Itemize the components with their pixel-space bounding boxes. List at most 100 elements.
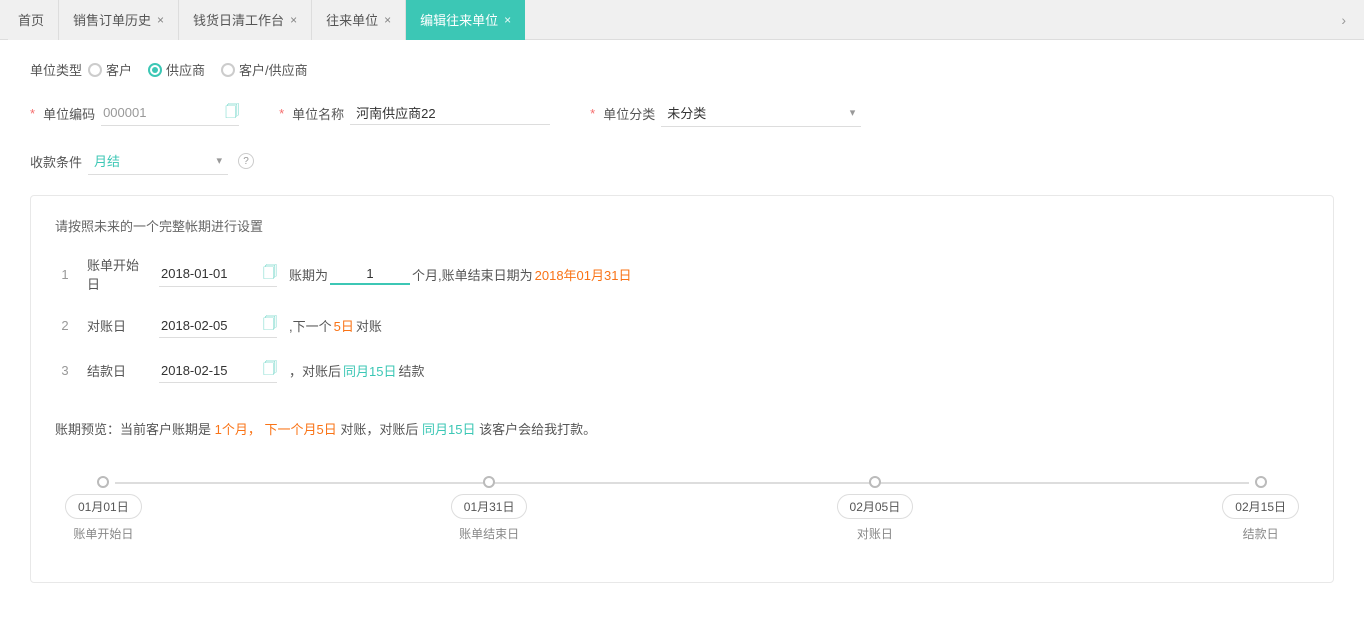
timeline-name-1: 账单开始日 [73,525,133,542]
row-start-date: 1 账单开始日 🗍 账期为 个月,账单结束日期为 2018年01月31日 [55,255,1309,293]
timeline-date-2: 01月31日 [451,494,528,519]
tab-sales-history-label: 销售订单历史 [73,10,151,29]
tab-partner-close[interactable]: × [384,13,391,27]
unit-name-input[interactable] [350,101,550,125]
payment-condition-label: 收款条件 [30,152,82,171]
unit-code-label: 单位编码 [43,104,95,123]
row1-description: 账期为 个月,账单结束日期为 2018年01月31日 [289,264,631,285]
payment-condition-chevron: ▾ [216,154,222,167]
row2-description: ,下一个 5日 对账 [289,316,382,335]
timeline-point-1: 01月01日 账单开始日 [65,466,142,542]
timeline-date-4: 02月15日 [1222,494,1299,519]
row-payment-date: 3 结款日 🗍 ，对账后 同月15日 结款 [55,358,1309,383]
timeline-point-3: 02月05日 对账日 [837,466,914,542]
tab-cash-work[interactable]: 钱货日清工作台 × [179,0,312,40]
unit-code-required: * [30,106,35,121]
preview-part4: 同月15日 [422,422,475,437]
row1-desc-suffix: 个月,账单结束日期为 [412,265,533,284]
preview-part1: 1个月， [215,422,261,437]
row2-date-input-group: 🗍 [159,313,277,338]
row1-label: 账单开始日 [87,255,147,293]
radio-both-label: 客户/供应商 [239,60,308,79]
row1-date-input[interactable] [159,262,259,285]
payment-condition-value: 月结 [94,151,212,170]
timeline-dot-4 [1255,476,1267,488]
preview-part3: 对账，对账后 [340,422,418,437]
timeline-date-3: 02月05日 [837,494,914,519]
row1-date-input-group: 🗍 [159,262,277,287]
unit-code-input-group: 🗍 [101,101,239,126]
radio-group-unit-type: 客户 供应商 客户/供应商 [88,60,308,79]
timeline-point-4: 02月15日 结款日 [1222,466,1299,542]
row3-label: 结款日 [87,361,147,380]
unit-category-select[interactable]: 未分类 ▾ [661,99,861,127]
row2-desc-prefix: ,下一个 [289,316,332,335]
tab-edit-partner-close[interactable]: × [504,13,511,27]
row2-calendar-icon[interactable]: 🗍 [263,313,277,337]
row2-num: 2 [55,318,75,333]
tab-cash-work-label: 钱货日清工作台 [193,10,284,29]
row3-desc-suffix: 结款 [398,361,424,380]
row3-description: ，对账后 同月15日 结款 [289,361,425,380]
timeline-name-3: 对账日 [857,525,893,542]
unit-category-value: 未分类 [667,103,845,122]
radio-supplier-circle [148,63,162,77]
tab-home[interactable]: 首页 [8,0,59,40]
tab-cash-work-close[interactable]: × [290,13,297,27]
timeline-date-1: 01月01日 [65,494,142,519]
timeline-point-2: 01月31日 账单结束日 [451,466,528,542]
radio-supplier[interactable]: 供应商 [148,60,205,79]
unit-code-group: * 单位编码 🗍 [30,101,239,126]
tab-edit-partner-label: 编辑往来单位 [420,10,498,29]
row3-calendar-icon[interactable]: 🗍 [263,358,277,382]
row2-desc-suffix: 对账 [356,316,382,335]
preview-section: 账期预览：当前客户账期是 1个月， 下一个月5日 对账，对账后 同月15日 该客… [55,403,1309,562]
tab-bar: 首页 销售订单历史 × 钱货日清工作台 × 往来单位 × 编辑往来单位 × › [0,0,1364,40]
timeline-container: 01月01日 账单开始日 01月31日 账单结束日 02月05日 对账日 [65,466,1299,542]
preview-label: 账期预览：当前客户账期是 [55,422,211,437]
row3-highlight: 同月15日 [343,361,396,380]
unit-name-label: 单位名称 [292,104,344,123]
unit-code-input[interactable] [101,101,221,124]
row1-period-input[interactable] [330,264,410,285]
unit-category-required: * [590,106,595,121]
tab-edit-partner[interactable]: 编辑往来单位 × [406,0,525,40]
timeline-name-4: 结款日 [1243,525,1279,542]
timeline-name-2: 账单结束日 [459,525,519,542]
tab-sales-history[interactable]: 销售订单历史 × [59,0,179,40]
row1-highlight-date: 2018年01月31日 [535,265,632,284]
radio-both[interactable]: 客户/供应商 [221,60,308,79]
tab-more-chevron[interactable]: › [1331,12,1356,28]
radio-both-circle [221,63,235,77]
payment-condition-select[interactable]: 月结 ▾ [88,147,228,175]
tab-partner[interactable]: 往来单位 × [312,0,406,40]
unit-category-label: 单位分类 [603,104,655,123]
row2-label: 对账日 [87,316,147,335]
unit-type-label: 单位类型 [30,60,82,79]
preview-part2: 下一个月5日 [265,422,337,437]
unit-type-row: 单位类型 客户 供应商 客户/供应商 [30,60,1334,79]
tab-sales-history-close[interactable]: × [157,13,164,27]
row3-desc-prefix: ，对账后 [289,361,341,380]
unit-category-chevron: ▾ [850,106,856,119]
unit-code-icon[interactable]: 🗍 [225,101,239,125]
main-content: 单位类型 客户 供应商 客户/供应商 * 单位编码 [0,40,1364,623]
section-title: 请按照未来的一个完整帐期进行设置 [55,216,1309,235]
tab-partner-label: 往来单位 [326,10,378,29]
timeline-dot-3 [869,476,881,488]
payment-condition-row: 收款条件 月结 ▾ ? [30,147,1334,175]
unit-name-required: * [279,106,284,121]
payment-condition-help[interactable]: ? [238,153,254,169]
unit-category-group: * 单位分类 未分类 ▾ [590,99,861,127]
tab-home-label: 首页 [18,10,44,29]
row3-num: 3 [55,363,75,378]
radio-customer[interactable]: 客户 [88,60,132,79]
row3-date-input-group: 🗍 [159,358,277,383]
row3-date-input[interactable] [159,359,259,382]
row-reconcile-date: 2 对账日 🗍 ,下一个 5日 对账 [55,313,1309,338]
unit-name-group: * 单位名称 [279,101,550,125]
row2-date-input[interactable] [159,314,259,337]
settings-section: 请按照未来的一个完整帐期进行设置 1 账单开始日 🗍 账期为 个月,账单结束日期… [30,195,1334,583]
row1-desc-prefix: 账期为 [289,265,328,284]
row1-calendar-icon[interactable]: 🗍 [263,262,277,286]
